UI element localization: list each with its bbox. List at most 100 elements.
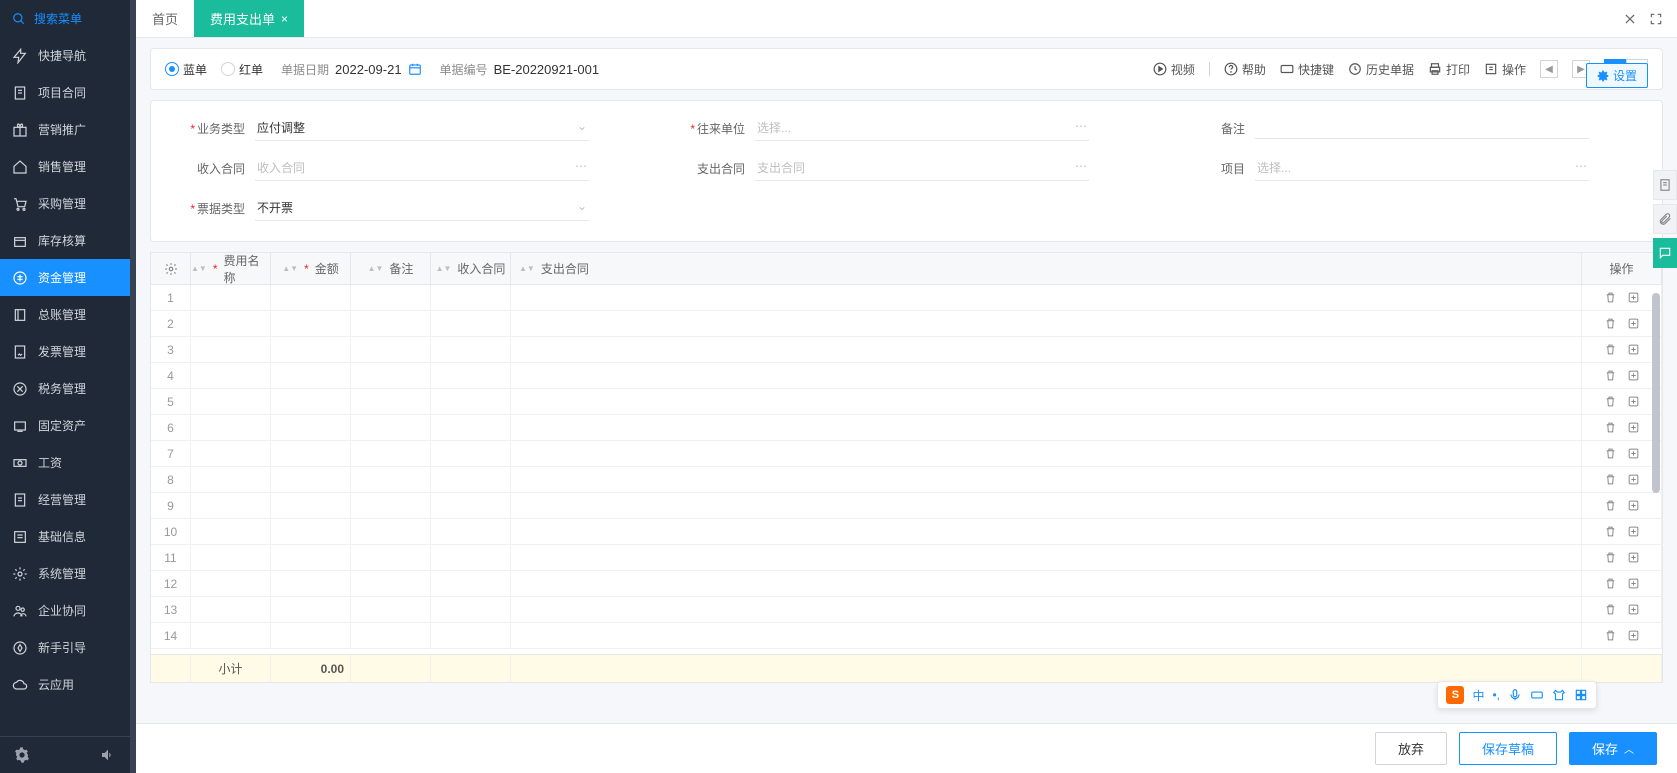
th-amount[interactable]: ▲▼*金额 — [271, 253, 351, 284]
table-row[interactable]: 1 — [151, 285, 1662, 311]
income-contract-select[interactable]: 收入合同⋯ — [255, 155, 589, 181]
invoice-type-select[interactable]: 不开票⌄ — [255, 195, 589, 221]
table-row[interactable]: 8 — [151, 467, 1662, 493]
table-row[interactable]: 10 — [151, 519, 1662, 545]
table-row[interactable]: 14 — [151, 623, 1662, 649]
table-row[interactable]: 2 — [151, 311, 1662, 337]
table-row[interactable]: 7 — [151, 441, 1662, 467]
discard-button[interactable]: 放弃 — [1375, 732, 1447, 765]
delete-icon[interactable] — [1604, 499, 1617, 512]
add-row-icon[interactable] — [1627, 629, 1640, 642]
add-row-icon[interactable] — [1627, 603, 1640, 616]
skin-icon[interactable] — [1552, 688, 1566, 702]
table-row[interactable]: 5 — [151, 389, 1662, 415]
toolbox-icon[interactable] — [1574, 688, 1588, 702]
sidebar-item-8[interactable]: 发票管理 — [0, 333, 130, 370]
sidebar-item-0[interactable]: 快捷导航 — [0, 37, 130, 74]
delete-icon[interactable] — [1604, 629, 1617, 642]
settings-button[interactable]: 设置 — [1586, 63, 1648, 88]
sidebar-item-15[interactable]: 企业协同 — [0, 592, 130, 629]
sidebar-item-10[interactable]: 固定资产 — [0, 407, 130, 444]
delete-icon[interactable] — [1604, 291, 1617, 304]
delete-icon[interactable] — [1604, 551, 1617, 564]
float-chat-button[interactable] — [1653, 238, 1677, 268]
remark-input[interactable] — [1255, 117, 1589, 139]
tab-home[interactable]: 首页 — [136, 0, 194, 37]
sidebar-item-1[interactable]: 项目合同 — [0, 74, 130, 111]
table-scrollbar[interactable] — [1652, 293, 1660, 642]
delete-icon[interactable] — [1604, 447, 1617, 460]
delete-icon[interactable] — [1604, 317, 1617, 330]
fullscreen-icon[interactable] — [1649, 12, 1663, 26]
sidebar-item-9[interactable]: 税务管理 — [0, 370, 130, 407]
sidebar-item-7[interactable]: 总账管理 — [0, 296, 130, 333]
shortcut-button[interactable]: 快捷键 — [1280, 61, 1334, 78]
th-expense[interactable]: ▲▼支出合同 — [511, 253, 1582, 284]
sidebar-item-5[interactable]: 库存核算 — [0, 222, 130, 259]
delete-icon[interactable] — [1604, 343, 1617, 356]
calendar-icon[interactable] — [408, 62, 422, 76]
delete-icon[interactable] — [1604, 473, 1617, 486]
help-button[interactable]: 帮助 — [1224, 61, 1266, 78]
table-row[interactable]: 6 — [151, 415, 1662, 441]
bill-date-value[interactable]: 2022-09-21 — [335, 62, 402, 77]
tab-expense[interactable]: 费用支出单 × — [194, 0, 304, 37]
th-gear[interactable] — [151, 253, 191, 284]
table-row[interactable]: 3 — [151, 337, 1662, 363]
sidebar-item-13[interactable]: 基础信息 — [0, 518, 130, 555]
delete-icon[interactable] — [1604, 603, 1617, 616]
microphone-icon[interactable] — [1508, 688, 1522, 702]
add-row-icon[interactable] — [1627, 291, 1640, 304]
add-row-icon[interactable] — [1627, 577, 1640, 590]
volume-icon[interactable] — [100, 747, 116, 763]
add-row-icon[interactable] — [1627, 551, 1640, 564]
history-button[interactable]: 历史单据 — [1348, 61, 1414, 78]
partner-select[interactable]: 选择...⋯ — [755, 115, 1089, 141]
delete-icon[interactable] — [1604, 421, 1617, 434]
add-row-icon[interactable] — [1627, 421, 1640, 434]
sidebar-item-17[interactable]: 云应用 — [0, 666, 130, 703]
sidebar-item-3[interactable]: 销售管理 — [0, 148, 130, 185]
sidebar-item-16[interactable]: 新手引导 — [0, 629, 130, 666]
tab-close-icon[interactable] — [1623, 12, 1637, 26]
sidebar-item-11[interactable]: 工资 — [0, 444, 130, 481]
float-doc-button[interactable] — [1653, 170, 1677, 200]
float-attach-button[interactable] — [1653, 204, 1677, 234]
project-select[interactable]: 选择...⋯ — [1255, 155, 1589, 181]
operate-button[interactable]: 操作 — [1484, 61, 1526, 78]
delete-icon[interactable] — [1604, 525, 1617, 538]
table-row[interactable]: 12 — [151, 571, 1662, 597]
th-name[interactable]: ▲▼*费用名称 — [191, 253, 271, 284]
add-row-icon[interactable] — [1627, 343, 1640, 356]
table-row[interactable]: 11 — [151, 545, 1662, 571]
close-icon[interactable]: × — [281, 12, 288, 26]
radio-red[interactable]: 红单 — [221, 61, 263, 78]
table-row[interactable]: 4 — [151, 363, 1662, 389]
ime-lang[interactable]: 中 — [1472, 687, 1484, 704]
table-row[interactable]: 9 — [151, 493, 1662, 519]
video-button[interactable]: 视频 — [1153, 61, 1195, 78]
biz-type-select[interactable]: 应付调整⌄ — [255, 115, 589, 141]
sidebar-item-6[interactable]: 资金管理 — [0, 259, 130, 296]
add-row-icon[interactable] — [1627, 317, 1640, 330]
radio-blue[interactable]: 蓝单 — [165, 61, 207, 78]
sidebar-item-2[interactable]: 营销推广 — [0, 111, 130, 148]
sidebar-item-12[interactable]: 经营管理 — [0, 481, 130, 518]
sidebar-item-14[interactable]: 系统管理 — [0, 555, 130, 592]
ime-punct-icon[interactable]: •, — [1492, 688, 1500, 702]
th-remark[interactable]: ▲▼备注 — [351, 253, 431, 284]
ime-toolbar[interactable]: S 中 •, — [1437, 681, 1597, 709]
table-row[interactable]: 13 — [151, 597, 1662, 623]
add-row-icon[interactable] — [1627, 395, 1640, 408]
add-row-icon[interactable] — [1627, 473, 1640, 486]
keyboard-icon[interactable] — [1530, 688, 1544, 702]
add-row-icon[interactable] — [1627, 447, 1640, 460]
expense-contract-select[interactable]: 支出合同⋯ — [755, 155, 1089, 181]
th-income[interactable]: ▲▼收入合同 — [431, 253, 511, 284]
add-row-icon[interactable] — [1627, 525, 1640, 538]
delete-icon[interactable] — [1604, 369, 1617, 382]
gear-icon[interactable] — [14, 747, 30, 763]
save-button[interactable]: 保存︿ — [1569, 732, 1657, 765]
sidebar-item-4[interactable]: 采购管理 — [0, 185, 130, 222]
print-button[interactable]: 打印 — [1428, 61, 1470, 78]
